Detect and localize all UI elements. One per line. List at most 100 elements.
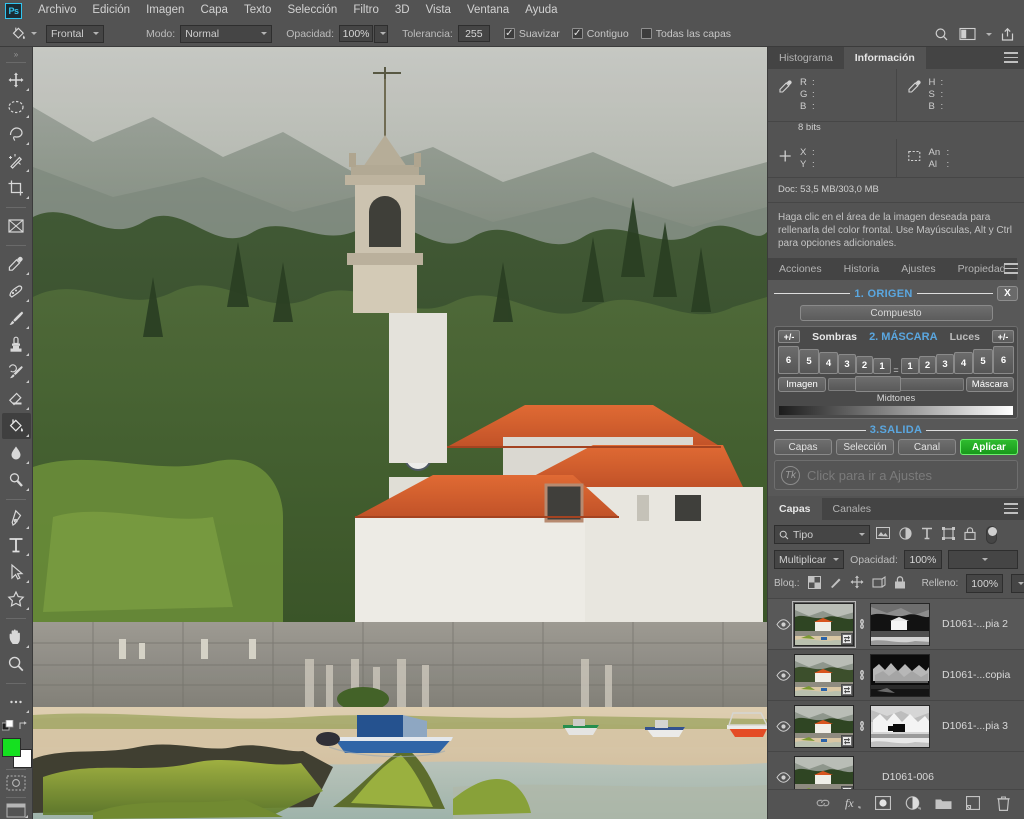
layers-panel-menu-icon[interactable] (1004, 503, 1018, 515)
search-icon[interactable] (928, 22, 954, 46)
tk-light-level-5[interactable]: 5 (973, 349, 993, 374)
shape-tool[interactable] (2, 586, 31, 612)
layer-row[interactable]: D1061-...pia 2 (768, 599, 1024, 650)
foreground-color-swatch[interactable] (2, 737, 21, 757)
lock-artboard-icon[interactable] (872, 575, 886, 592)
pen-tool[interactable] (2, 505, 31, 531)
quick-selection-tool[interactable] (2, 148, 31, 174)
tk-light-level-2[interactable]: 2 (919, 356, 936, 374)
move-tool[interactable] (2, 67, 31, 93)
lasso-tool[interactable] (2, 121, 31, 147)
tab-acciones[interactable]: Acciones (768, 258, 833, 280)
tk-light-level-4[interactable]: 4 (954, 352, 973, 374)
history-brush-tool[interactable] (2, 359, 31, 385)
tk-midtone-knob[interactable] (855, 376, 901, 392)
layer-mask-thumbnail[interactable] (870, 602, 930, 646)
hand-tool[interactable] (2, 624, 31, 650)
eyedropper-tool[interactable] (2, 251, 31, 277)
new-group-button[interactable] (935, 797, 951, 813)
smart-object-filter-icon[interactable] (964, 526, 976, 543)
tk-output-aplicar[interactable]: Aplicar (960, 439, 1018, 455)
layer-thumbnail[interactable] (794, 704, 854, 748)
tolerance-input[interactable]: 255 (457, 25, 490, 42)
eraser-tool[interactable] (2, 386, 31, 412)
type-tool[interactable] (2, 532, 31, 558)
document-canvas[interactable] (33, 47, 767, 819)
shape-filter-icon[interactable] (942, 526, 955, 543)
layer-fill-dropdown[interactable] (1011, 574, 1024, 593)
path-selection-tool[interactable] (2, 559, 31, 585)
tk-light-level-1[interactable]: 1 (901, 358, 919, 374)
new-layer-button[interactable] (965, 795, 981, 813)
tk-adjustments-link[interactable]: Tk Click para ir a Ajustes (774, 460, 1018, 490)
lock-transparency-icon[interactable] (807, 575, 821, 592)
frame-tool[interactable] (2, 213, 31, 239)
all-layers-checkbox[interactable]: Todas las capas (640, 28, 731, 40)
menu-item-archivo[interactable]: Archivo (30, 0, 84, 21)
menu-item-vista[interactable]: Vista (418, 0, 459, 21)
layer-style-button[interactable]: fx (845, 796, 861, 813)
layer-thumbnail[interactable] (794, 653, 854, 697)
layer-row[interactable]: D1061-...copia (768, 650, 1024, 701)
healing-brush-tool[interactable] (2, 278, 31, 304)
tk-shadow-level-4[interactable]: 4 (819, 352, 838, 374)
menu-item-texto[interactable]: Texto (236, 0, 280, 21)
tab-informaci-n[interactable]: Información (843, 47, 926, 69)
filter-enable-toggle[interactable] (986, 525, 997, 544)
adjustment-layer-button[interactable] (905, 795, 921, 813)
tk-shadow-level-2[interactable]: 2 (856, 356, 873, 374)
menu-item-capa[interactable]: Capa (192, 0, 236, 21)
layer-blend-mode-select[interactable]: Multiplicar (774, 550, 845, 569)
delete-layer-button[interactable] (995, 795, 1011, 813)
fill-source-select[interactable]: Frontal (46, 24, 104, 43)
layer-mask-link-icon[interactable] (854, 616, 870, 632)
edit-toolbar[interactable] (2, 689, 31, 715)
lock-all-icon[interactable] (894, 575, 906, 592)
marquee-tool[interactable] (2, 94, 31, 120)
tab-canales[interactable]: Canales (821, 498, 883, 520)
tk-mask-button[interactable]: Máscara (966, 377, 1014, 392)
tk-panel-menu-icon[interactable] (1004, 263, 1018, 275)
contiguous-checkbox[interactable]: Contiguo (571, 28, 629, 40)
layer-mask-thumbnail[interactable] (870, 653, 930, 697)
layer-mask-thumbnail[interactable] (870, 704, 930, 748)
tk-light-level-3[interactable]: 3 (936, 354, 954, 374)
menu-item-seleccin[interactable]: Selección (279, 0, 345, 21)
brush-tool[interactable] (2, 305, 31, 331)
pixel-filter-icon[interactable] (876, 527, 890, 542)
tk-shadow-level-5[interactable]: 5 (799, 349, 819, 374)
adjustment-filter-icon[interactable] (899, 526, 912, 543)
layer-opacity-dropdown[interactable] (947, 550, 1018, 569)
layer-visibility-toggle[interactable] (772, 618, 794, 630)
quick-mask-icon[interactable] (5, 775, 27, 791)
tk-midtone-slider[interactable] (828, 376, 964, 392)
toolbar-grip[interactable]: » (0, 49, 32, 60)
antialias-checkbox[interactable]: Suavizar (503, 28, 560, 40)
tk-output-seleccin[interactable]: Selección (836, 439, 894, 455)
info-panel-menu-icon[interactable] (1004, 52, 1018, 64)
tk-light-level-6[interactable]: 6 (993, 346, 1014, 374)
menu-item-filtro[interactable]: Filtro (345, 0, 387, 21)
screen-mode-icon[interactable] (4, 803, 28, 819)
tab-historia[interactable]: Historia (832, 258, 891, 280)
workspace-icon[interactable] (954, 22, 980, 46)
lock-position-icon[interactable] (850, 575, 864, 592)
tk-close-button[interactable]: X (997, 286, 1019, 301)
dodge-tool[interactable] (2, 467, 31, 493)
tk-shadow-level-1[interactable]: 1 (873, 358, 891, 374)
layer-fill-input[interactable]: 100% (966, 574, 1004, 593)
layer-row[interactable]: D1061-...pia 3 (768, 701, 1024, 752)
tk-composite-button[interactable]: Compuesto (799, 305, 993, 321)
swap-colors-icon[interactable] (18, 720, 30, 735)
tab-capas[interactable]: Capas (768, 498, 822, 520)
opacity-input[interactable]: 100% (339, 25, 374, 42)
zoom-tool[interactable] (2, 651, 31, 677)
link-layers-button[interactable] (815, 797, 831, 813)
blur-tool[interactable] (2, 440, 31, 466)
opacity-dropdown[interactable] (374, 24, 389, 43)
menu-item-imagen[interactable]: Imagen (138, 0, 192, 21)
layer-mask-link-icon[interactable] (854, 667, 870, 683)
share-icon[interactable] (994, 22, 1020, 46)
tk-shadow-level-6[interactable]: 6 (778, 346, 799, 374)
paint-bucket-tool[interactable] (1, 412, 31, 439)
